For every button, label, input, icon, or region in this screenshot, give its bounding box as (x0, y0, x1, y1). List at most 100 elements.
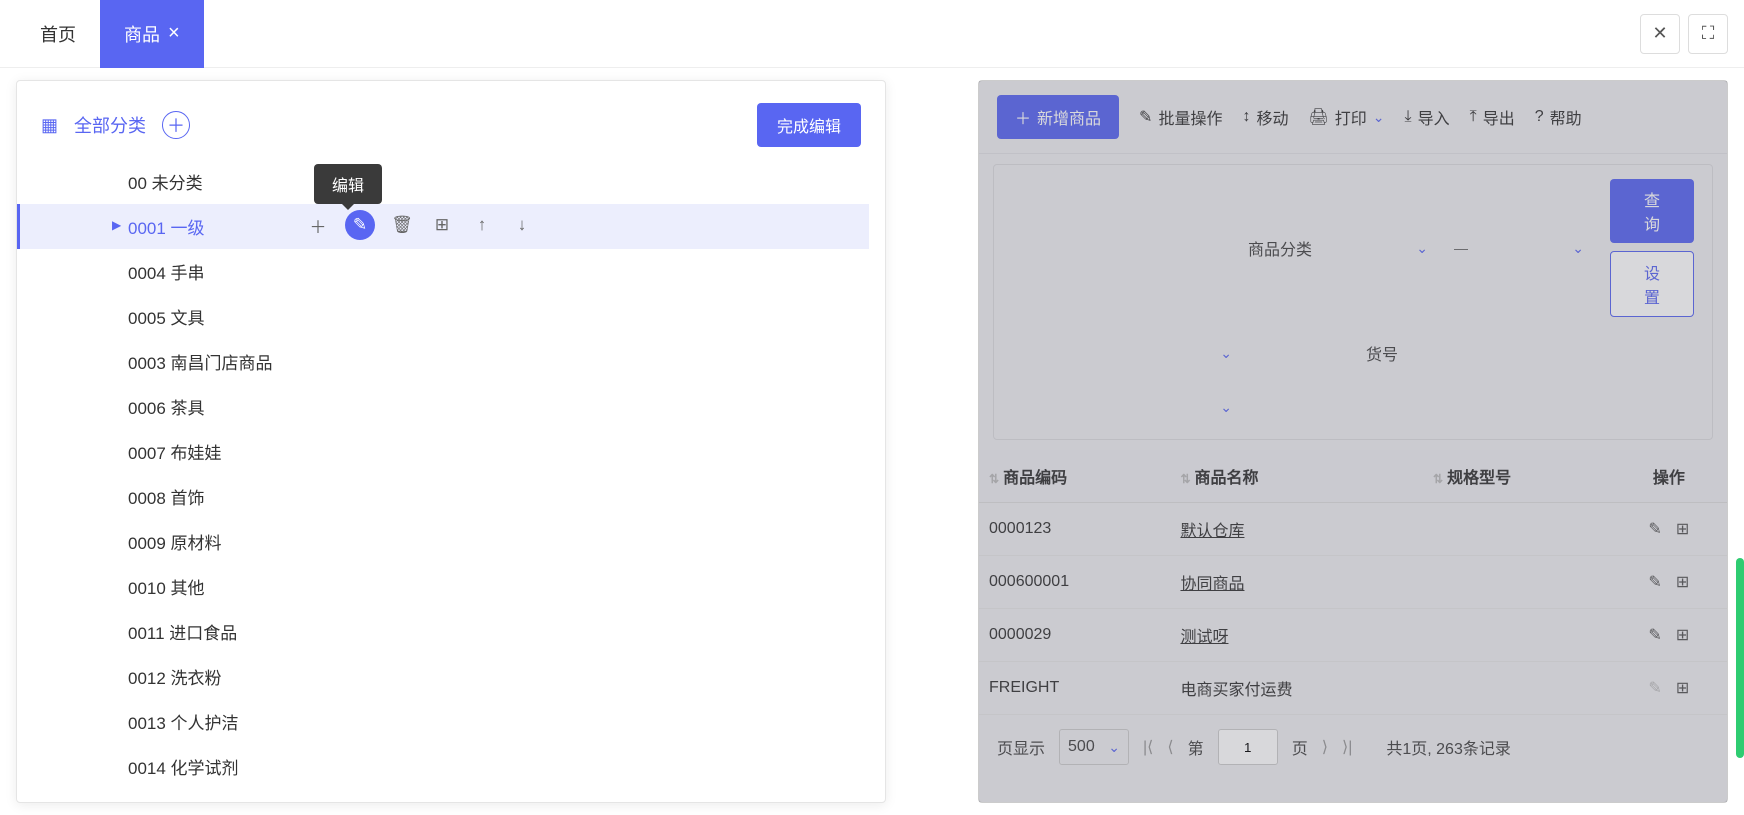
row-edit-icon[interactable]: ✎ (1648, 678, 1661, 698)
filter-category-label: 商品分类 (1232, 236, 1312, 260)
row-more-icon[interactable]: ⊞ (1676, 519, 1689, 539)
move-button[interactable]: ↕移动 (1242, 105, 1288, 129)
cell-spec (1423, 503, 1611, 556)
fullscreen-icon[interactable]: ⛶ (1688, 14, 1728, 54)
product-panel: ＋ 新增商品 ✎批量操作 ↕移动 🖨打印 ⌄ ⤓导入 ⤒导出 ?帮助 (978, 80, 1728, 803)
chevron-down-icon: ⌄ (1572, 240, 1584, 257)
delete-icon[interactable]: 🗑 (389, 212, 415, 238)
cell-name[interactable]: 测试呀 (1170, 609, 1423, 662)
chevron-down-icon: ⌄ (1220, 345, 1232, 362)
category-item[interactable]: 0012 洗衣粉 (17, 654, 869, 699)
import-button[interactable]: ⤓导入 (1405, 105, 1450, 129)
row-more-icon[interactable]: ⊞ (1676, 572, 1689, 592)
category-item[interactable]: 0008 首饰 (17, 474, 869, 519)
dash: — (1454, 240, 1468, 256)
category-item[interactable]: 0007 布娃娃 (17, 429, 869, 474)
next-page-icon[interactable]: ⟩ (1322, 737, 1328, 757)
sub-icon[interactable]: ⊞ (429, 212, 455, 238)
row-more-icon[interactable]: ⊞ (1676, 625, 1689, 645)
col-code[interactable]: ⇅商品编码 (979, 450, 1170, 503)
edit-icon: ✎ (1139, 107, 1152, 127)
new-product-button[interactable]: ＋ 新增商品 (997, 95, 1119, 139)
tabs-bar: 首页 商品 × ✕ ⛶ (0, 0, 1744, 68)
cell-actions: ✎⊞ (1611, 556, 1727, 609)
cell-name[interactable]: 协同商品 (1170, 556, 1423, 609)
help-button[interactable]: ?帮助 (1535, 105, 1582, 129)
cell-spec (1423, 556, 1611, 609)
filter-select-4[interactable]: ⌄ (1132, 389, 1242, 425)
row-edit-icon[interactable]: ✎ (1648, 572, 1661, 592)
row-edit-icon[interactable]: ✎ (1648, 625, 1661, 645)
page-input[interactable] (1218, 729, 1278, 765)
filter-code-label: 货号 (1318, 341, 1398, 365)
sort-icon: ⇅ (1433, 472, 1443, 486)
per-page-select[interactable]: 500⌄ (1059, 729, 1129, 765)
caret-icon: ▶ (112, 218, 121, 232)
category-item[interactable]: 00 未分类 (17, 159, 869, 204)
table-row: FREIGHT电商买家付运费✎⊞ (979, 662, 1727, 715)
table-row: 000600001协同商品✎⊞ (979, 556, 1727, 609)
edit-icon[interactable]: ✎ (345, 210, 375, 240)
export-button[interactable]: ⤒导出 (1470, 105, 1515, 129)
row-edit-icon[interactable]: ✎ (1648, 519, 1661, 539)
category-item[interactable]: 0003 南昌门店商品 (17, 339, 869, 384)
tab-product[interactable]: 商品 × (100, 0, 204, 68)
pagination: 页显示 500⌄ |⟨ ⟨ 第 页 ⟩ ⟩| 共1页, 263条记录 (979, 715, 1727, 779)
cell-spec (1423, 609, 1611, 662)
done-edit-button[interactable]: 完成编辑 (757, 103, 861, 147)
category-item[interactable]: 0005 文具 (17, 294, 869, 339)
move-icon: ↕ (1242, 108, 1250, 126)
print-button[interactable]: 🖨打印 ⌄ (1308, 105, 1384, 129)
cell-code: 000600001 (979, 556, 1170, 609)
main-area: ＋ 新增商品 ✎批量操作 ↕移动 🖨打印 ⌄ ⤓导入 ⤒导出 ?帮助 (0, 68, 1744, 815)
prev-page-icon[interactable]: ⟨ (1167, 737, 1173, 757)
table-row: 0000029测试呀✎⊞ (979, 609, 1727, 662)
up-icon[interactable]: ↑ (469, 212, 495, 238)
category-item[interactable]: 0013 个人护洁 (17, 699, 869, 744)
category-item[interactable]: 0014 化学试剂 (17, 744, 869, 789)
cell-code: 0000029 (979, 609, 1170, 662)
category-item[interactable]: 0010 其他 (17, 564, 869, 609)
cell-code: FREIGHT (979, 662, 1170, 715)
category-tree[interactable]: 00 未分类0001 一级▶＋✎🗑⊞↑↓编辑0004 手串0005 文具0003… (17, 159, 885, 800)
category-item[interactable]: 0009 原材料 (17, 519, 869, 564)
item-actions: ＋ ✎ 🗑 ⊞ ↑ ↓ (305, 210, 535, 240)
cell-spec (1423, 662, 1611, 715)
cell-actions: ✎⊞ (1611, 609, 1727, 662)
add-category-button[interactable]: ＋ (162, 111, 190, 139)
category-panel: ▦ 全部分类 ＋ 完成编辑 00 未分类0001 一级▶＋✎🗑⊞↑↓编辑0004… (16, 80, 886, 803)
sort-icon: ⇅ (1180, 472, 1190, 486)
filter-area: 商品分类 ⌄ — ⌄ 查询 设置 ⌄ 货号 ⌄ (993, 164, 1713, 440)
col-name[interactable]: ⇅商品名称 (1170, 450, 1423, 503)
filter-select-3[interactable]: ⌄ (1132, 335, 1242, 371)
sort-icon: ⇅ (989, 472, 999, 486)
category-item[interactable]: 0011 进口食品 (17, 609, 869, 654)
batch-button[interactable]: ✎批量操作 (1139, 105, 1222, 129)
last-page-icon[interactable]: ⟩| (1342, 737, 1352, 757)
query-button[interactable]: 查询 (1610, 179, 1694, 243)
col-spec[interactable]: ⇅规格型号 (1423, 450, 1611, 503)
per-page-label: 页显示 (997, 735, 1045, 759)
chevron-down-icon: ⌄ (1108, 739, 1120, 756)
cell-name[interactable]: 默认仓库 (1170, 503, 1423, 556)
category-title[interactable]: 全部分类 (74, 112, 146, 138)
close-all-icon[interactable]: ✕ (1640, 14, 1680, 54)
import-icon: ⤓ (1405, 108, 1412, 126)
category-select-1[interactable]: ⌄ (1328, 230, 1438, 266)
category-item[interactable]: 0001 一级▶＋✎🗑⊞↑↓编辑 (17, 204, 869, 249)
chevron-down-icon: ⌄ (1373, 109, 1385, 126)
plus-icon: ＋ (1015, 105, 1031, 129)
category-item[interactable]: 0004 手串 (17, 249, 869, 294)
grid-icon: ▦ (41, 115, 58, 136)
category-item[interactable]: 0006 茶具 (17, 384, 869, 429)
add-icon[interactable]: ＋ (305, 212, 331, 238)
close-icon[interactable]: × (168, 22, 180, 45)
tab-home[interactable]: 首页 (16, 0, 100, 68)
row-more-icon[interactable]: ⊞ (1676, 678, 1689, 698)
first-page-icon[interactable]: |⟨ (1143, 737, 1153, 757)
settings-button[interactable]: 设置 (1610, 251, 1694, 317)
category-select-2[interactable]: ⌄ (1484, 230, 1594, 266)
product-table: ⇅商品编码 ⇅商品名称 ⇅规格型号 操作 0000123默认仓库✎⊞000600… (979, 450, 1727, 715)
table-row: 0000123默认仓库✎⊞ (979, 503, 1727, 556)
down-icon[interactable]: ↓ (509, 212, 535, 238)
